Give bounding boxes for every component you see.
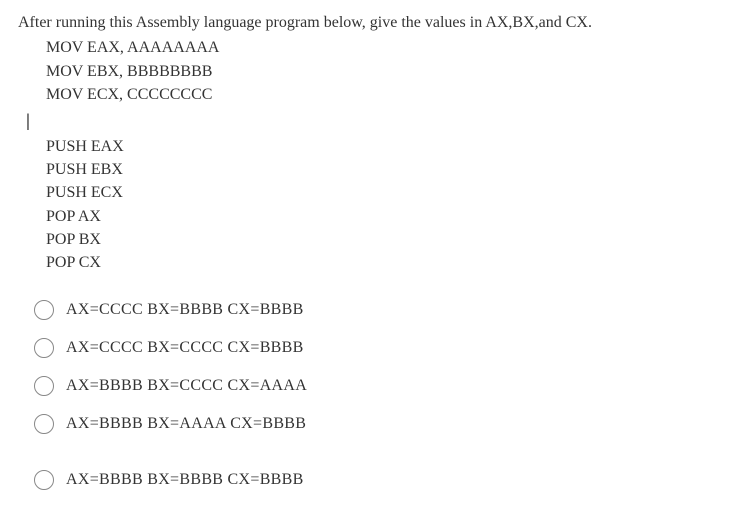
option-3[interactable]: AX=BBBB BX=CCCC CX=AAAA [34,376,734,396]
option-1[interactable]: AX=CCCC BX=BBBB CX=BBBB [34,300,734,320]
answer-options: AX=CCCC BX=BBBB CX=BBBB AX=CCCC BX=CCCC … [34,300,734,490]
code-line: PUSH EAX [46,135,734,158]
option-label: AX=BBBB BX=CCCC CX=AAAA [66,377,307,395]
code-line: MOV ECX, CCCCCCCC [46,83,734,106]
radio-icon[interactable] [34,414,54,434]
code-line: MOV EBX, BBBBBBBB [46,60,734,83]
code-line: POP AX [46,205,734,228]
option-label: AX=BBBB BX=BBBB CX=BBBB [66,471,304,489]
code-block-2: PUSH EAX PUSH EBX PUSH ECX POP AX POP BX… [46,135,734,274]
code-line: PUSH EBX [46,158,734,181]
cursor-marker: | [26,110,734,131]
code-block-1: MOV EAX, AAAAAAAA MOV EBX, BBBBBBBB MOV … [46,36,734,106]
code-line: POP BX [46,228,734,251]
question-prompt: After running this Assembly language pro… [18,12,734,34]
radio-icon[interactable] [34,470,54,490]
option-label: AX=CCCC BX=CCCC CX=BBBB [66,339,304,357]
radio-icon[interactable] [34,300,54,320]
code-line: POP CX [46,251,734,274]
option-4[interactable]: AX=BBBB BX=AAAA CX=BBBB [34,414,734,434]
code-line: MOV EAX, AAAAAAAA [46,36,734,59]
option-label: AX=BBBB BX=AAAA CX=BBBB [66,415,306,433]
option-5[interactable]: AX=BBBB BX=BBBB CX=BBBB [34,470,734,490]
option-label: AX=CCCC BX=BBBB CX=BBBB [66,301,304,319]
option-2[interactable]: AX=CCCC BX=CCCC CX=BBBB [34,338,734,358]
radio-icon[interactable] [34,338,54,358]
radio-icon[interactable] [34,376,54,396]
text-cursor: | [26,110,30,130]
code-line: PUSH ECX [46,181,734,204]
